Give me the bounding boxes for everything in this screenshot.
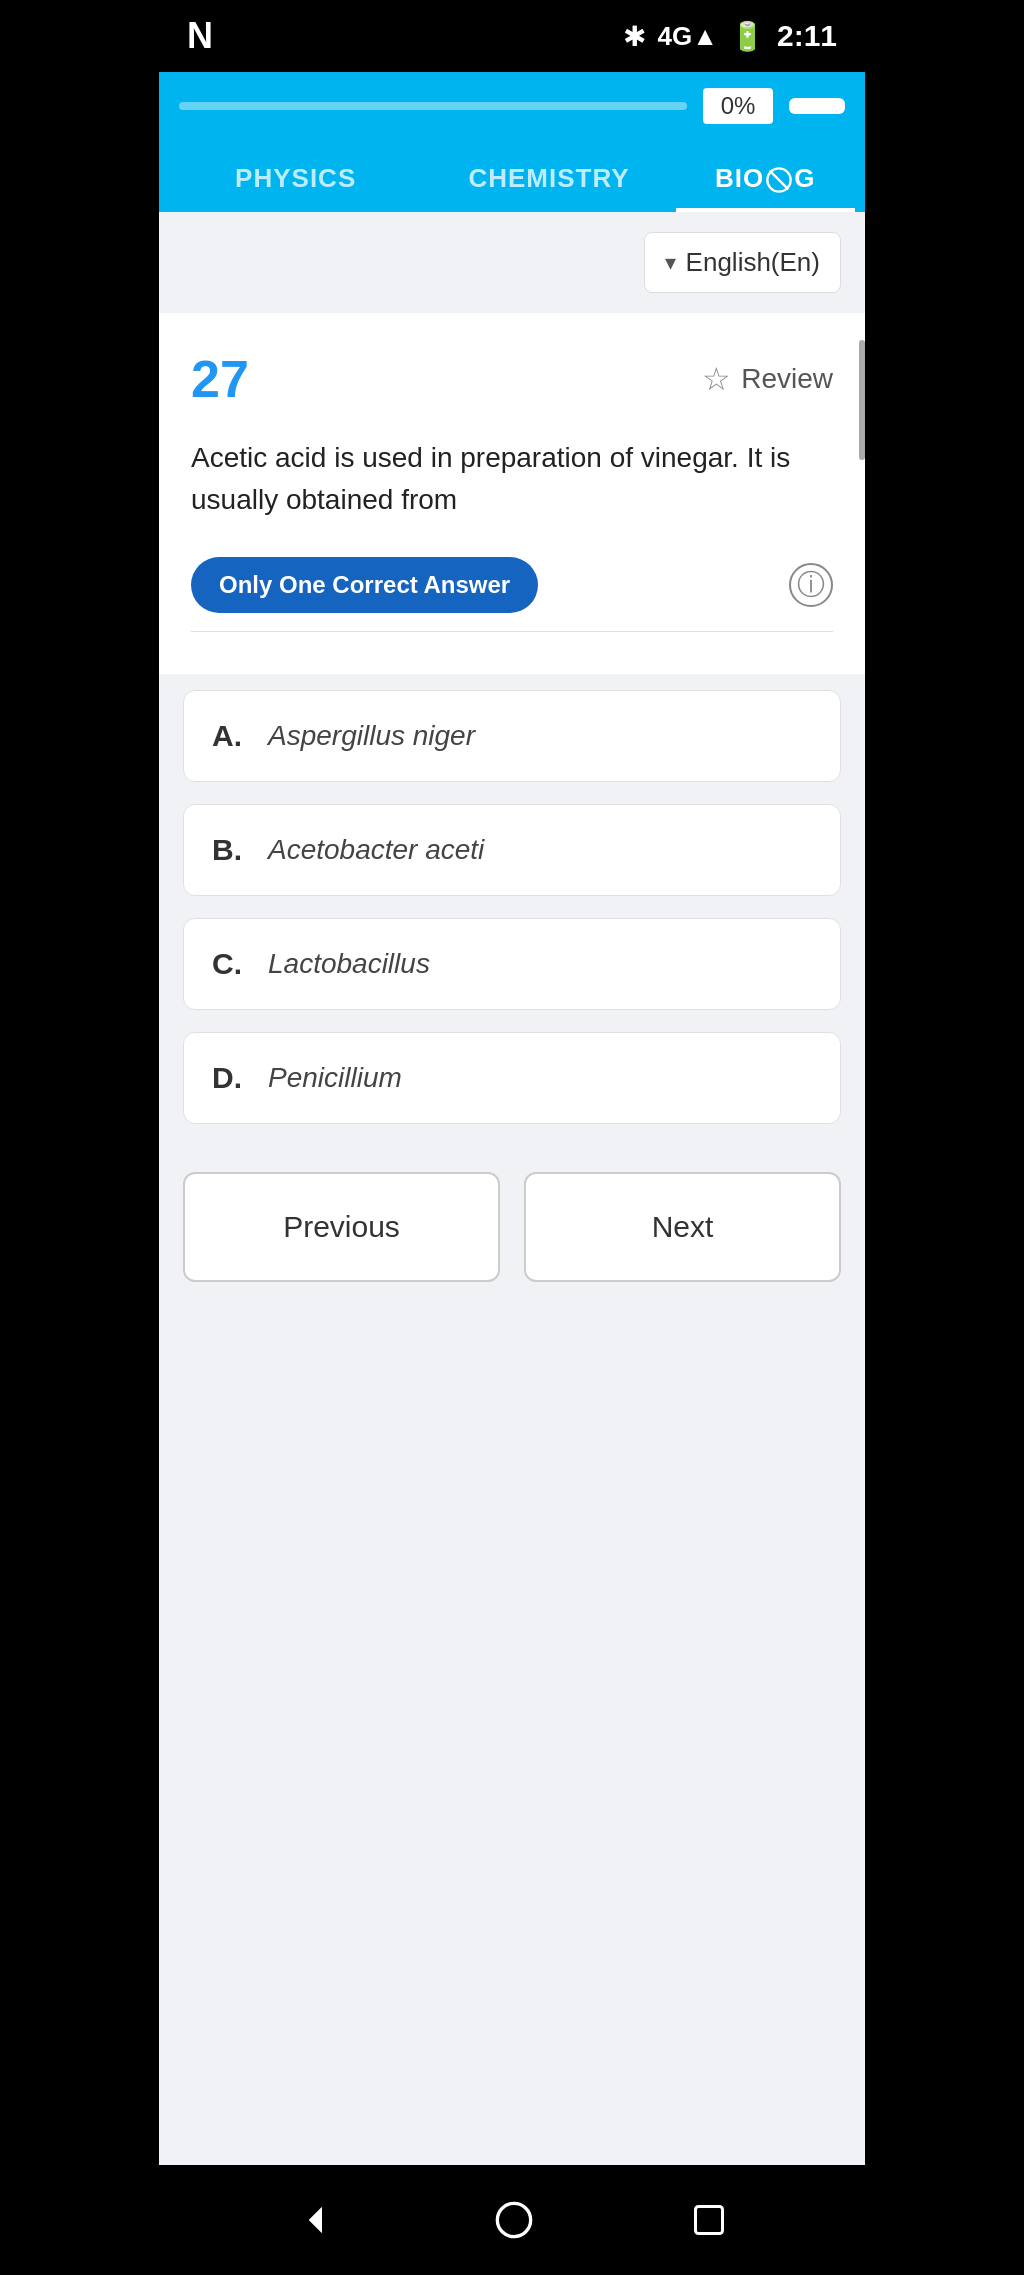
question-number: 27 (191, 349, 249, 409)
options-area: A. Aspergillus niger B. Acetobacter acet… (159, 674, 865, 1140)
star-icon: ☆ (702, 360, 731, 398)
tab-bar: PHYSICS CHEMISTRY BIOG (159, 124, 865, 212)
progress-area: 0% (159, 72, 865, 124)
nav-buttons: Previous Next (159, 1140, 865, 1322)
screen: N ✱ 4G▲ 🔋 2:11 0% PHYSICS (159, 0, 865, 2275)
progress-extra (789, 98, 845, 114)
tab-biology[interactable]: BIOG (676, 147, 855, 212)
language-label: English(En) (686, 247, 820, 278)
option-b-text: Acetobacter aceti (268, 834, 484, 866)
option-a-text: Aspergillus niger (268, 720, 475, 752)
home-button[interactable] (494, 2200, 534, 2240)
language-selector[interactable]: ▾ English(En) (644, 232, 841, 293)
option-d-text: Penicillium (268, 1062, 402, 1094)
signal-label: 4G▲ (658, 21, 718, 52)
bottom-nav (159, 2165, 865, 2275)
recents-button[interactable] (691, 2202, 727, 2238)
bluetooth-icon: ✱ (623, 20, 646, 53)
option-c-text: Lactobacillus (268, 948, 430, 980)
info-icon[interactable]: ⓘ (789, 563, 833, 607)
review-button[interactable]: ☆ Review (702, 360, 833, 398)
phone-wrapper: N ✱ 4G▲ 🔋 2:11 0% PHYSICS (0, 0, 1024, 2275)
svg-rect-4 (695, 2207, 722, 2234)
status-bar-right: ✱ 4G▲ 🔋 2:11 (623, 19, 837, 53)
option-d[interactable]: D. Penicillium (183, 1032, 841, 1124)
tab-chemistry[interactable]: CHEMISTRY (422, 147, 675, 212)
question-text: Acetic acid is used in preparation of vi… (191, 437, 833, 521)
tab-physics[interactable]: PHYSICS (169, 147, 422, 212)
battery-icon: 🔋 (730, 20, 765, 53)
option-a-label: A. (212, 719, 248, 753)
chevron-down-icon: ▾ (665, 250, 676, 276)
answer-type-row: Only One Correct Answer ⓘ (191, 557, 833, 613)
option-c-label: C. (212, 947, 248, 981)
next-button[interactable]: Next (524, 1172, 841, 1282)
option-a[interactable]: A. Aspergillus niger (183, 690, 841, 782)
question-header: 27 ☆ Review (191, 349, 833, 409)
progress-label: 0% (703, 88, 773, 124)
language-row: ▾ English(En) (159, 212, 865, 313)
option-d-label: D. (212, 1061, 248, 1095)
option-c[interactable]: C. Lactobacillus (183, 918, 841, 1010)
progress-bar-track (179, 102, 687, 110)
option-b[interactable]: B. Acetobacter aceti (183, 804, 841, 896)
divider (191, 631, 833, 632)
status-bar-left: N (187, 15, 211, 57)
review-label: Review (741, 363, 833, 395)
option-b-label: B. (212, 833, 248, 867)
status-time: 2:11 (777, 19, 837, 53)
app-icon: N (187, 15, 211, 57)
scrollbar[interactable] (859, 340, 865, 460)
progress-bar-container: 0% (179, 88, 845, 124)
back-button[interactable] (297, 2200, 337, 2240)
previous-button[interactable]: Previous (183, 1172, 500, 1282)
main-content: ▾ English(En) 27 ☆ Review Acetic acid is… (159, 212, 865, 2165)
answer-type-badge: Only One Correct Answer (191, 557, 538, 613)
status-bar: N ✱ 4G▲ 🔋 2:11 (159, 0, 865, 72)
svg-marker-2 (309, 2207, 322, 2234)
svg-point-3 (497, 2203, 530, 2236)
svg-line-1 (770, 171, 789, 190)
question-area: 27 ☆ Review Acetic acid is used in prepa… (159, 313, 865, 674)
